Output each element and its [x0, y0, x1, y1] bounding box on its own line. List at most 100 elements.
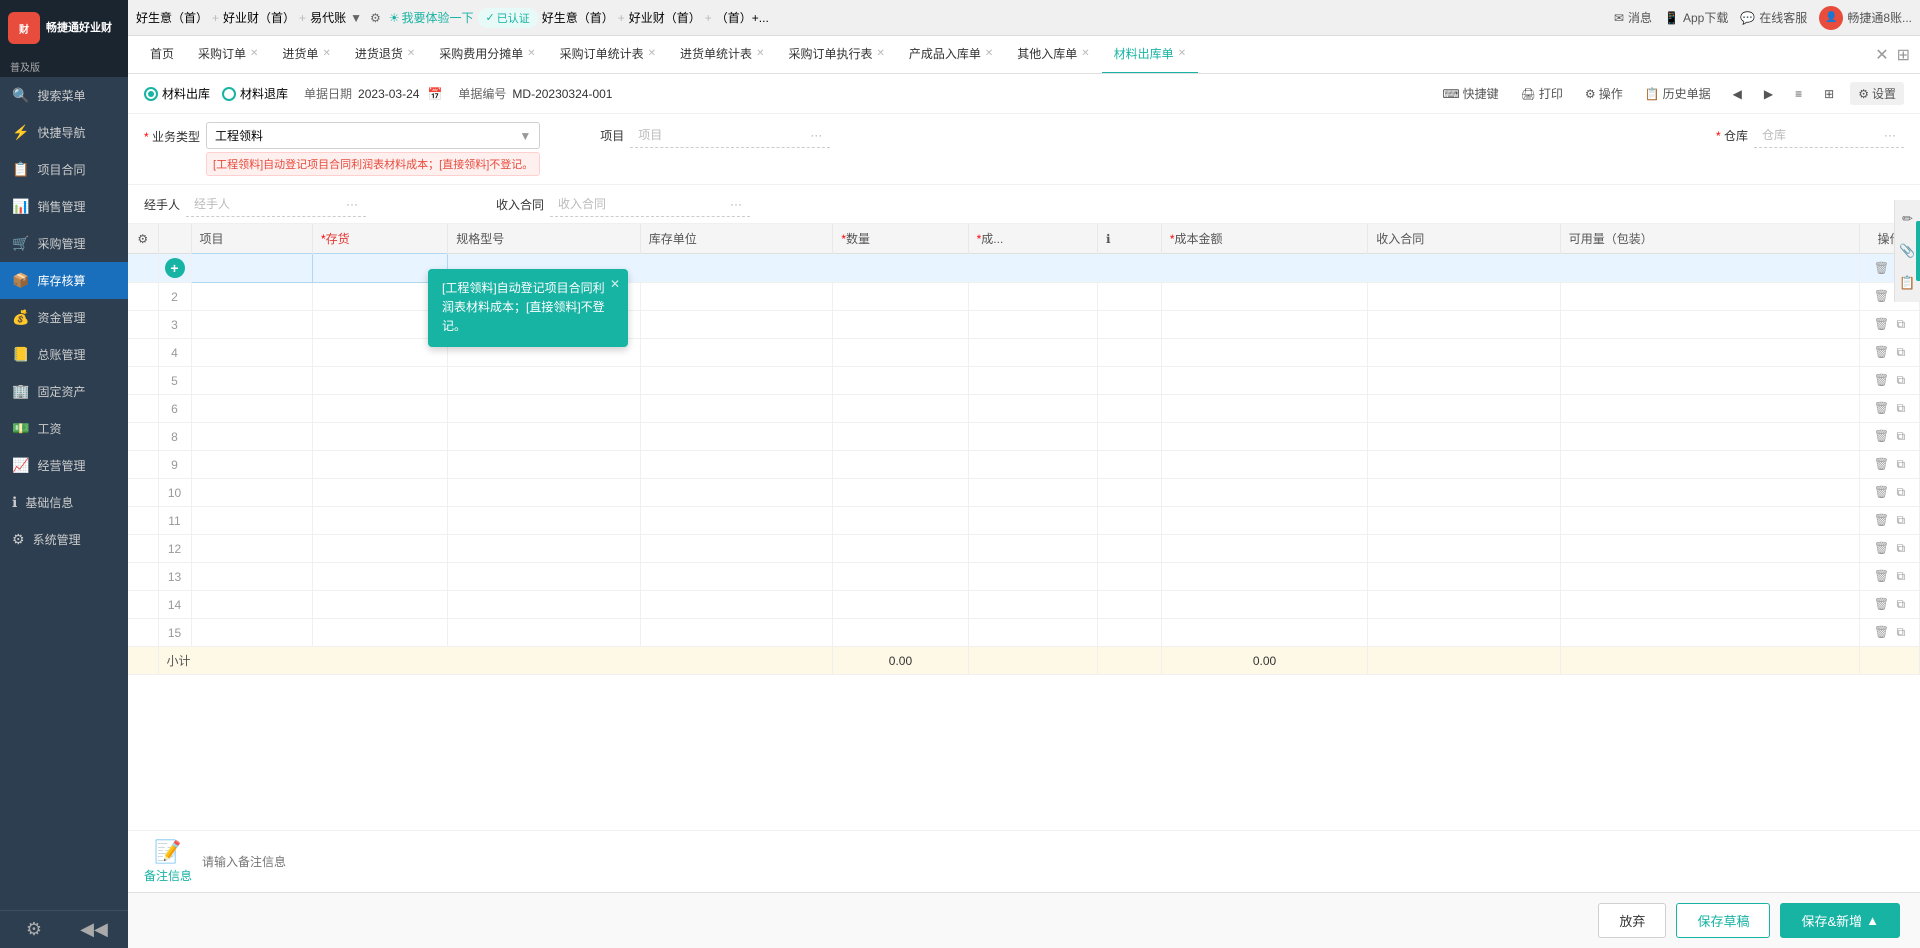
row-cell[interactable] — [968, 563, 1097, 591]
tab-close-icon[interactable]: ✕ — [756, 48, 764, 59]
row-cell[interactable] — [1368, 395, 1561, 423]
row-cell[interactable] — [1161, 395, 1367, 423]
copy-row-icon[interactable]: ⧉ — [1897, 513, 1906, 527]
row-cell[interactable] — [448, 619, 641, 647]
row-cell[interactable] — [1161, 423, 1367, 451]
sidebar-item-search[interactable]: 🔍 搜索菜单 — [0, 77, 128, 114]
more-icon[interactable]: ··· — [730, 197, 742, 211]
row-cell[interactable] — [1560, 591, 1859, 619]
sidebar-settings-btn[interactable]: ⚙ — [8, 919, 60, 940]
tab-close-icon[interactable]: ✕ — [985, 48, 993, 59]
row-cell[interactable] — [1560, 423, 1859, 451]
sidebar-item-ledger[interactable]: 📒 总账管理 — [0, 336, 128, 373]
delete-row-icon[interactable]: 🗑 — [1874, 317, 1889, 331]
project-input[interactable]: 项目 ··· — [630, 122, 830, 148]
row-cell[interactable] — [312, 423, 447, 451]
tab-purchase-exec[interactable]: 采购订单执行表 ✕ — [776, 36, 896, 74]
row-cell[interactable] — [1161, 311, 1367, 339]
delete-row-icon[interactable]: 🗑 — [1874, 373, 1889, 387]
tab-incoming[interactable]: 进货单 ✕ — [270, 36, 342, 74]
tooltip-close-btn[interactable]: ✕ — [610, 275, 620, 294]
row-cell[interactable] — [1368, 423, 1561, 451]
tab-close-icon[interactable]: ✕ — [1081, 48, 1089, 59]
copy-row-icon[interactable]: ⧉ — [1897, 345, 1906, 359]
tab-close-icon[interactable]: ✕ — [1178, 48, 1186, 59]
row-cell[interactable] — [640, 339, 833, 367]
row-cell[interactable] — [968, 367, 1097, 395]
row-cell[interactable] — [448, 451, 641, 479]
copy-row-icon[interactable]: ⧉ — [1897, 317, 1906, 331]
row-cell[interactable] — [1161, 479, 1367, 507]
handler-input[interactable]: 经手人 ··· — [186, 191, 366, 217]
topbar-tag-agent[interactable]: 易代账 — [310, 9, 346, 26]
save-draft-button[interactable]: 保存草稿 — [1676, 903, 1770, 938]
row-cell[interactable] — [1560, 563, 1859, 591]
row-cell[interactable] — [1560, 535, 1859, 563]
copy-row-icon[interactable]: ⧉ — [1897, 457, 1906, 471]
tab-close-icon[interactable]: ✕ — [527, 48, 535, 59]
row-cell[interactable] — [1368, 563, 1561, 591]
row-cell[interactable] — [191, 339, 312, 367]
prev-btn[interactable]: ◀ — [1727, 85, 1748, 103]
more-icon[interactable]: ··· — [1884, 128, 1896, 142]
business-type-select[interactable]: 工程领料 ▼ — [206, 122, 540, 149]
topbar-tag-good[interactable]: 好生意（首） — [136, 9, 208, 26]
row-cell[interactable] — [968, 423, 1097, 451]
tab-material-out[interactable]: 材料出库单 ✕ — [1102, 36, 1198, 74]
notes-input[interactable] — [202, 855, 1904, 869]
row-cell[interactable] — [833, 367, 968, 395]
app-download-btn[interactable]: 📱 App下载 — [1664, 9, 1728, 26]
row-cell[interactable] — [1161, 283, 1367, 311]
topbar-experience[interactable]: ☀ 我要体验一下 — [389, 9, 474, 26]
row-cell[interactable] — [640, 479, 833, 507]
tab-more-icon[interactable]: ⊞ — [1897, 45, 1910, 65]
user-avatar[interactable]: 👤 畅捷通8账... — [1819, 6, 1912, 30]
row-cell[interactable] — [191, 479, 312, 507]
tab-close-icon[interactable]: ✕ — [322, 48, 330, 59]
tab-incoming-stats[interactable]: 进货单统计表 ✕ — [668, 36, 776, 74]
row-cell[interactable] — [640, 367, 833, 395]
tab-close-icon[interactable]: ✕ — [648, 48, 656, 59]
row-cell[interactable] — [191, 563, 312, 591]
tab-close-icon[interactable]: ✕ — [876, 48, 884, 59]
row-cell[interactable] — [640, 283, 833, 311]
row-cell[interactable] — [968, 311, 1097, 339]
copy-row-icon[interactable]: ⧉ — [1897, 569, 1906, 583]
topbar-tag-good2[interactable]: 好生意（首） — [542, 9, 614, 26]
delete-row-icon[interactable]: 🗑 — [1874, 597, 1889, 611]
row-cell[interactable] — [1161, 563, 1367, 591]
row-cell[interactable] — [968, 507, 1097, 535]
row-cell[interactable] — [191, 535, 312, 563]
row-cell[interactable] — [833, 451, 968, 479]
row-cell[interactable] — [1161, 535, 1367, 563]
tab-other-storage[interactable]: 其他入库单 ✕ — [1005, 36, 1101, 74]
row-cell[interactable] — [191, 423, 312, 451]
tab-purchase-expense[interactable]: 采购费用分摊单 ✕ — [427, 36, 547, 74]
tab-close-icon[interactable]: ✕ — [250, 48, 258, 59]
sidebar-item-finance[interactable]: 💰 资金管理 — [0, 299, 128, 336]
row-cell[interactable] — [968, 591, 1097, 619]
row-cell[interactable] — [448, 535, 641, 563]
row-cell[interactable] — [1368, 311, 1561, 339]
print-btn[interactable]: 🖨 打印 — [1515, 83, 1569, 104]
delete-row-icon[interactable]: 🗑 — [1874, 513, 1889, 527]
row-cell[interactable] — [448, 563, 641, 591]
row-cell[interactable] — [968, 395, 1097, 423]
copy-row-icon[interactable]: ⧉ — [1897, 429, 1906, 443]
tab-purchase-stats[interactable]: 采购订单统计表 ✕ — [548, 36, 668, 74]
row-cell[interactable] — [191, 619, 312, 647]
row-cell[interactable] — [833, 507, 968, 535]
topbar-tag-finance2[interactable]: 好业财（首） — [629, 9, 701, 26]
row-cell[interactable] — [968, 451, 1097, 479]
row-cell[interactable] — [833, 339, 968, 367]
row-cell[interactable] — [191, 283, 312, 311]
tab-close-icon[interactable]: ✕ — [407, 48, 415, 59]
copy-row-icon[interactable]: ⧉ — [1897, 401, 1906, 415]
copy-row-icon[interactable]: ⧉ — [1897, 485, 1906, 499]
row-cell[interactable] — [448, 423, 641, 451]
sidebar-item-project[interactable]: 📋 项目合同 — [0, 151, 128, 188]
online-service-btn[interactable]: 💬 在线客服 — [1740, 9, 1807, 26]
shortcut-btn[interactable]: ⌨ 快捷键 — [1436, 83, 1504, 104]
row-cell[interactable] — [640, 591, 833, 619]
history-btn[interactable]: 📋 历史单据 — [1639, 83, 1717, 104]
